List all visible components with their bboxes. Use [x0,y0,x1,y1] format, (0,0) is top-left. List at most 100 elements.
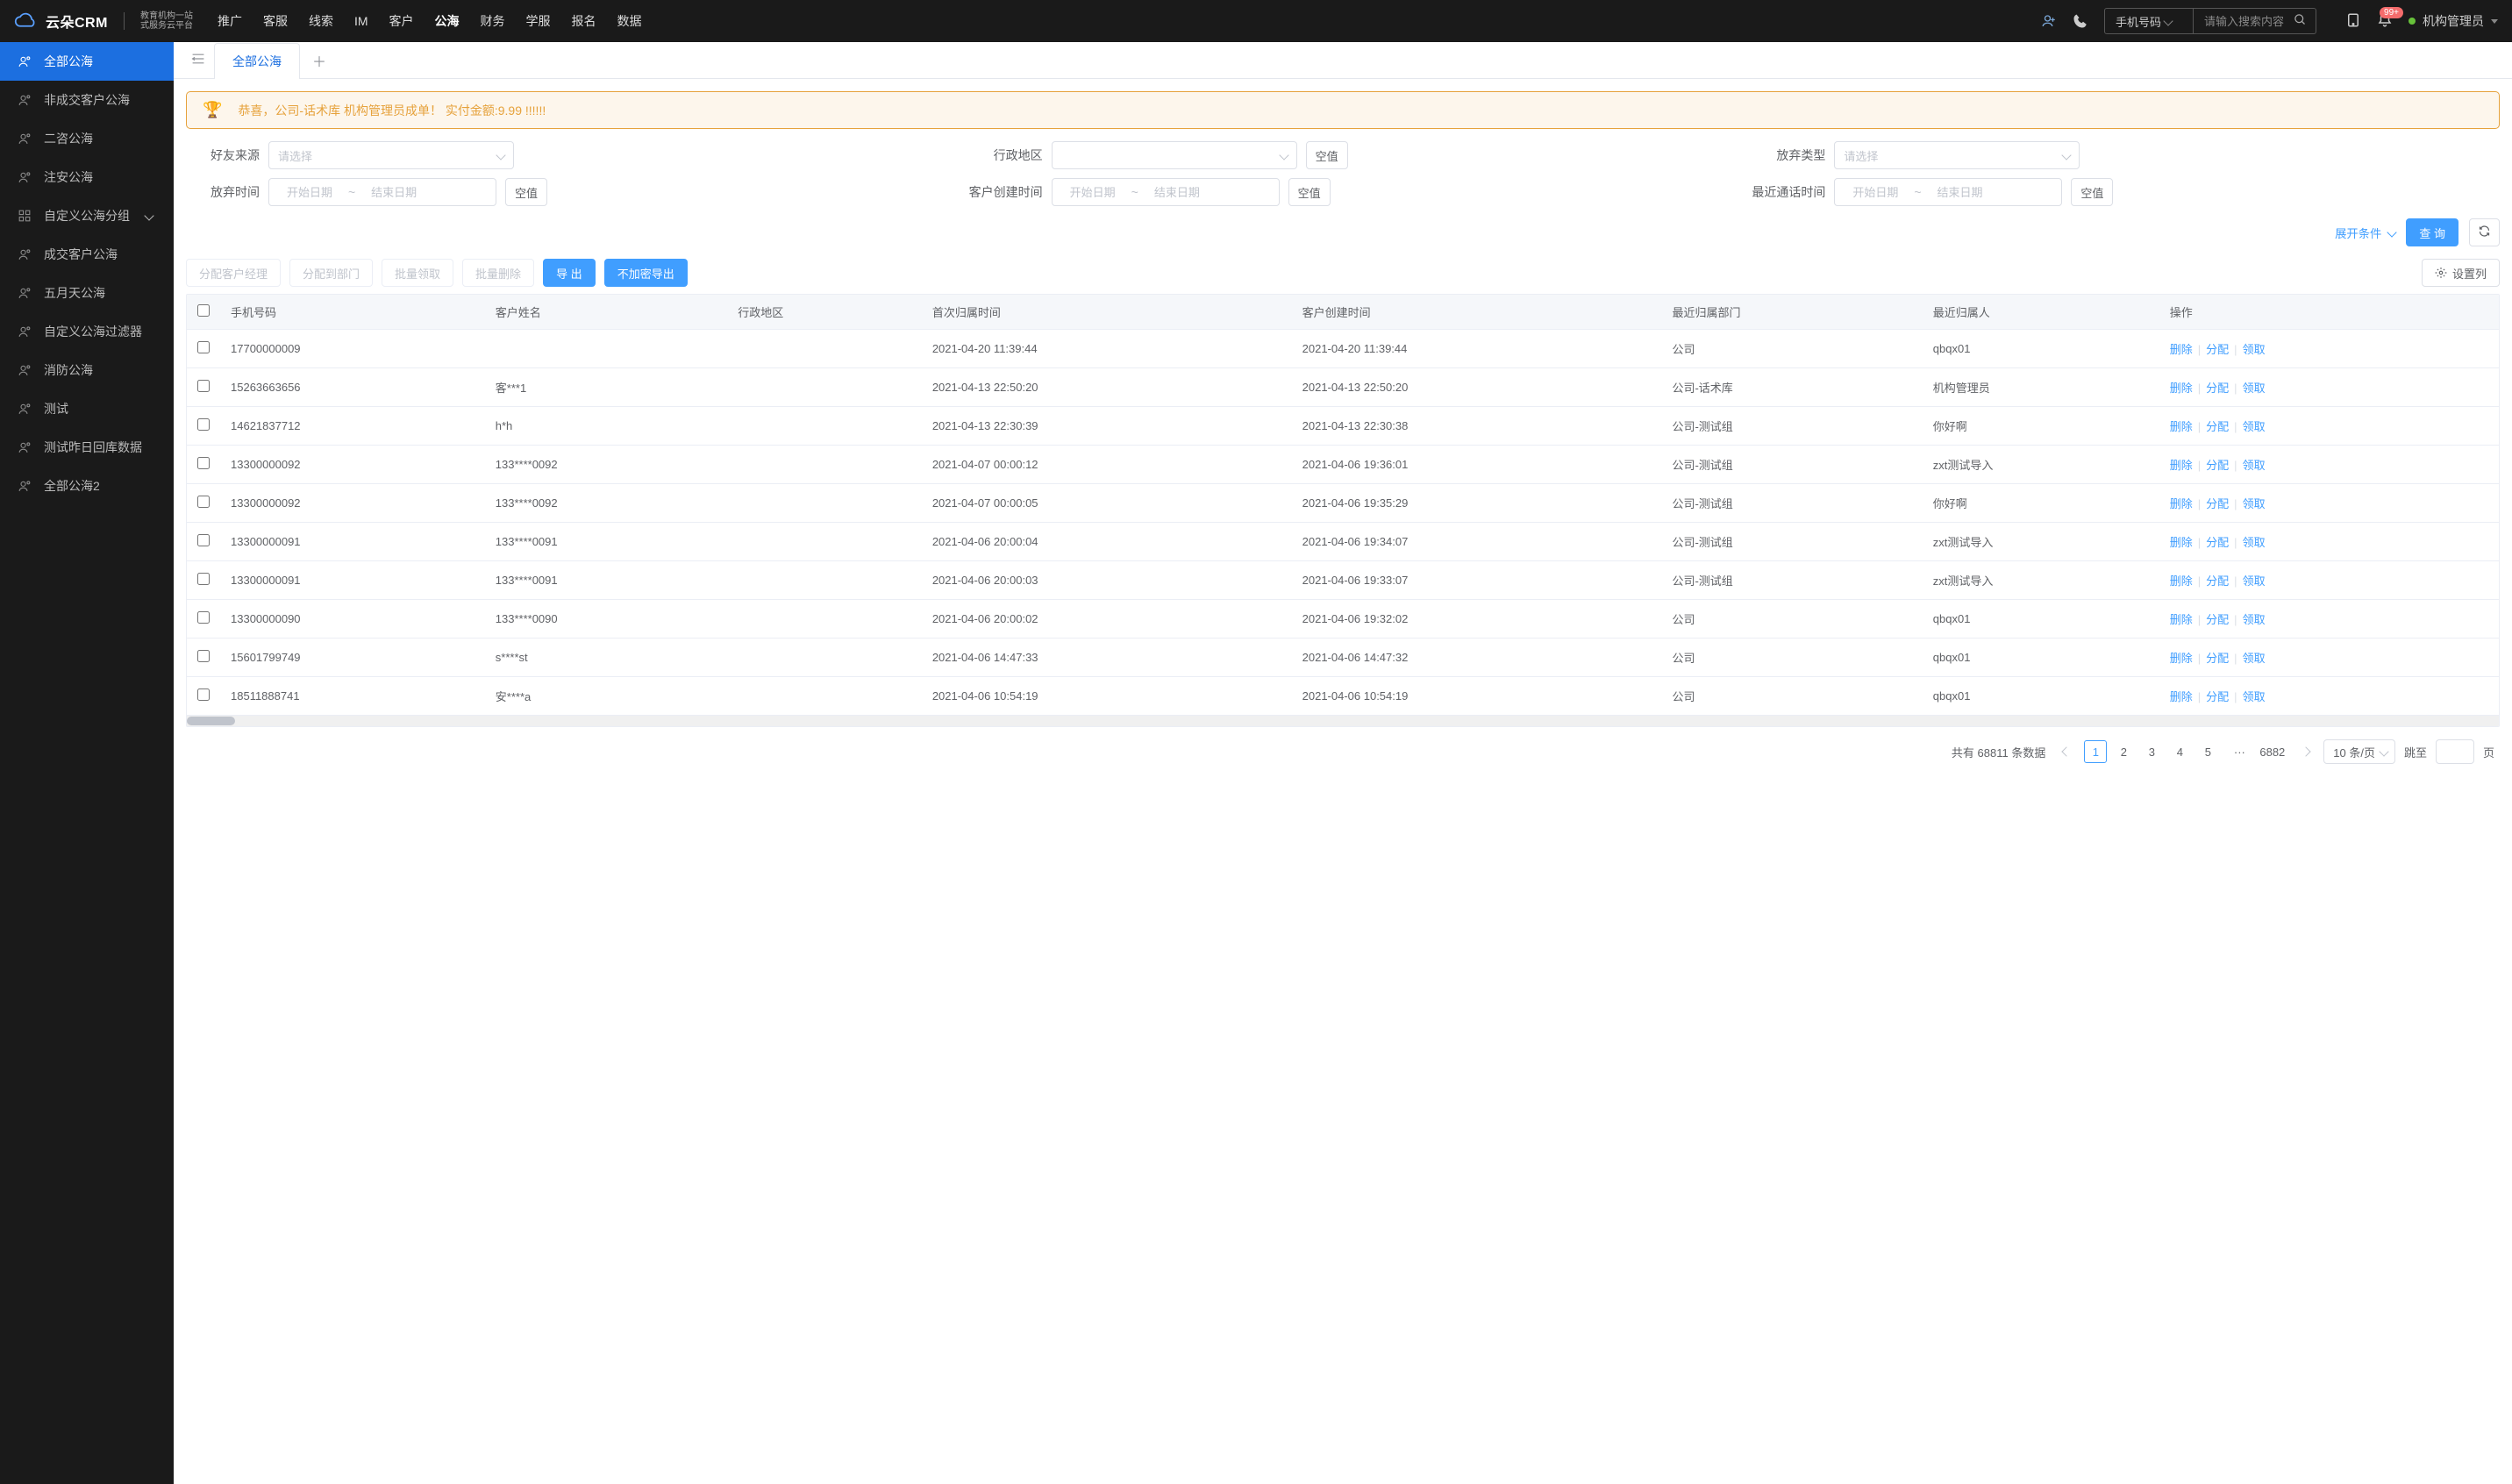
sidebar-item-8[interactable]: 消防公海 [0,351,174,389]
sidebar-item-1[interactable]: 非成交客户公海 [0,81,174,119]
nav-item-7[interactable]: 学服 [526,12,551,30]
sidebar-item-7[interactable]: 自定义公海过滤器 [0,312,174,351]
row-assign-button[interactable]: 分配 [2206,459,2229,472]
search-icon[interactable] [2294,13,2307,29]
create-time-range[interactable]: ~ [1052,178,1280,206]
last-call-range[interactable]: ~ [1834,178,2062,206]
row-checkbox[interactable] [197,688,210,701]
user-menu[interactable]: 机构管理员 [2409,12,2498,30]
abandon-type-select[interactable]: 请选择 [1834,141,2080,169]
row-checkbox[interactable] [197,534,210,546]
nav-item-9[interactable]: 数据 [617,12,642,30]
row-claim-button[interactable]: 领取 [2243,536,2266,549]
start-date[interactable] [1844,186,1907,199]
row-claim-button[interactable]: 领取 [2243,459,2266,472]
end-date[interactable] [362,186,425,199]
sidebar-item-5[interactable]: 成交客户公海 [0,235,174,274]
row-claim-button[interactable]: 领取 [2243,420,2266,433]
row-delete-button[interactable]: 删除 [2170,574,2193,588]
row-delete-button[interactable]: 删除 [2170,343,2193,356]
prev-page-button[interactable] [2054,740,2075,763]
search-type-select[interactable]: 手机号码 [2104,8,2194,34]
row-checkbox[interactable] [197,650,210,662]
tab-all-public[interactable]: 全部公海 [214,43,300,79]
row-claim-button[interactable]: 领取 [2243,497,2266,510]
row-delete-button[interactable]: 删除 [2170,459,2193,472]
page-number[interactable]: 1 [2084,740,2107,763]
start-date[interactable] [1061,186,1124,199]
tabs-collapse-icon[interactable] [182,47,214,73]
row-assign-button[interactable]: 分配 [2206,613,2229,626]
row-assign-button[interactable]: 分配 [2206,536,2229,549]
add-tab-button[interactable]: ＋ [300,43,339,78]
row-delete-button[interactable]: 删除 [2170,382,2193,395]
next-page-button[interactable] [2294,740,2315,763]
page-number[interactable]: 5 [2196,740,2219,763]
region-select[interactable] [1052,141,1297,169]
end-date[interactable] [1929,186,1992,199]
nav-item-1[interactable]: 客服 [263,12,288,30]
horizontal-scrollbar[interactable] [187,716,2499,726]
abandon-time-range[interactable]: ~ [268,178,496,206]
row-checkbox[interactable] [197,418,210,431]
friend-source-select[interactable]: 请选择 [268,141,514,169]
row-claim-button[interactable]: 领取 [2243,690,2266,703]
page-size-select[interactable]: 10 条/页 [2323,739,2395,764]
sidebar-item-0[interactable]: 全部公海 [0,42,174,81]
phone-icon[interactable] [2073,13,2088,29]
assign-manager-button[interactable]: 分配客户经理 [186,259,281,287]
row-checkbox[interactable] [197,341,210,353]
start-date[interactable] [278,186,341,199]
nav-item-5[interactable]: 公海 [435,12,460,30]
row-claim-button[interactable]: 领取 [2243,343,2266,356]
row-claim-button[interactable]: 领取 [2243,574,2266,588]
end-date[interactable] [1145,186,1209,199]
row-delete-button[interactable]: 删除 [2170,497,2193,510]
sidebar-item-9[interactable]: 测试 [0,389,174,428]
assign-dept-button[interactable]: 分配到部门 [289,259,373,287]
add-user-icon[interactable] [2041,13,2057,29]
batch-claim-button[interactable]: 批量领取 [382,259,453,287]
select-all-checkbox[interactable] [197,304,210,317]
row-claim-button[interactable]: 领取 [2243,613,2266,626]
refresh-button[interactable] [2469,218,2500,246]
scroll-thumb[interactable] [187,717,235,725]
row-assign-button[interactable]: 分配 [2206,497,2229,510]
row-assign-button[interactable]: 分配 [2206,343,2229,356]
row-assign-button[interactable]: 分配 [2206,690,2229,703]
sidebar-item-4[interactable]: 自定义公海分组 [0,196,174,235]
last-call-empty-button[interactable]: 空值 [2071,178,2113,206]
row-claim-button[interactable]: 领取 [2243,382,2266,395]
row-claim-button[interactable]: 领取 [2243,652,2266,665]
page-number[interactable]: 3 [2140,740,2163,763]
row-assign-button[interactable]: 分配 [2206,652,2229,665]
batch-delete-button[interactable]: 批量删除 [462,259,534,287]
row-delete-button[interactable]: 删除 [2170,690,2193,703]
row-checkbox[interactable] [197,457,210,469]
sidebar-item-3[interactable]: 注安公海 [0,158,174,196]
expand-filters-button[interactable]: 展开条件 [2335,225,2395,241]
page-number[interactable]: 2 [2112,740,2135,763]
nav-item-0[interactable]: 推广 [218,12,242,30]
row-assign-button[interactable]: 分配 [2206,382,2229,395]
nav-item-2[interactable]: 线索 [309,12,333,30]
nav-item-4[interactable]: 客户 [389,12,414,30]
row-assign-button[interactable]: 分配 [2206,420,2229,433]
row-checkbox[interactable] [197,496,210,508]
nav-item-8[interactable]: 报名 [572,12,596,30]
sidebar-item-11[interactable]: 全部公海2 [0,467,174,505]
row-delete-button[interactable]: 删除 [2170,420,2193,433]
brand-logo[interactable]: 云朵CRM 教育机构一站 式服务云平台 [14,11,193,32]
row-assign-button[interactable]: 分配 [2206,574,2229,588]
region-empty-button[interactable]: 空值 [1306,141,1348,169]
export-plain-button[interactable]: 不加密导出 [604,259,688,287]
jump-page-input[interactable] [2436,739,2474,764]
row-checkbox[interactable] [197,611,210,624]
create-time-empty-button[interactable]: 空值 [1288,178,1331,206]
page-ellipsis[interactable]: ··· [2228,740,2251,763]
row-delete-button[interactable]: 删除 [2170,652,2193,665]
row-delete-button[interactable]: 删除 [2170,536,2193,549]
set-columns-button[interactable]: 设置列 [2422,259,2500,287]
nav-item-3[interactable]: IM [354,14,368,28]
sidebar-item-10[interactable]: 测试昨日回库数据 [0,428,174,467]
